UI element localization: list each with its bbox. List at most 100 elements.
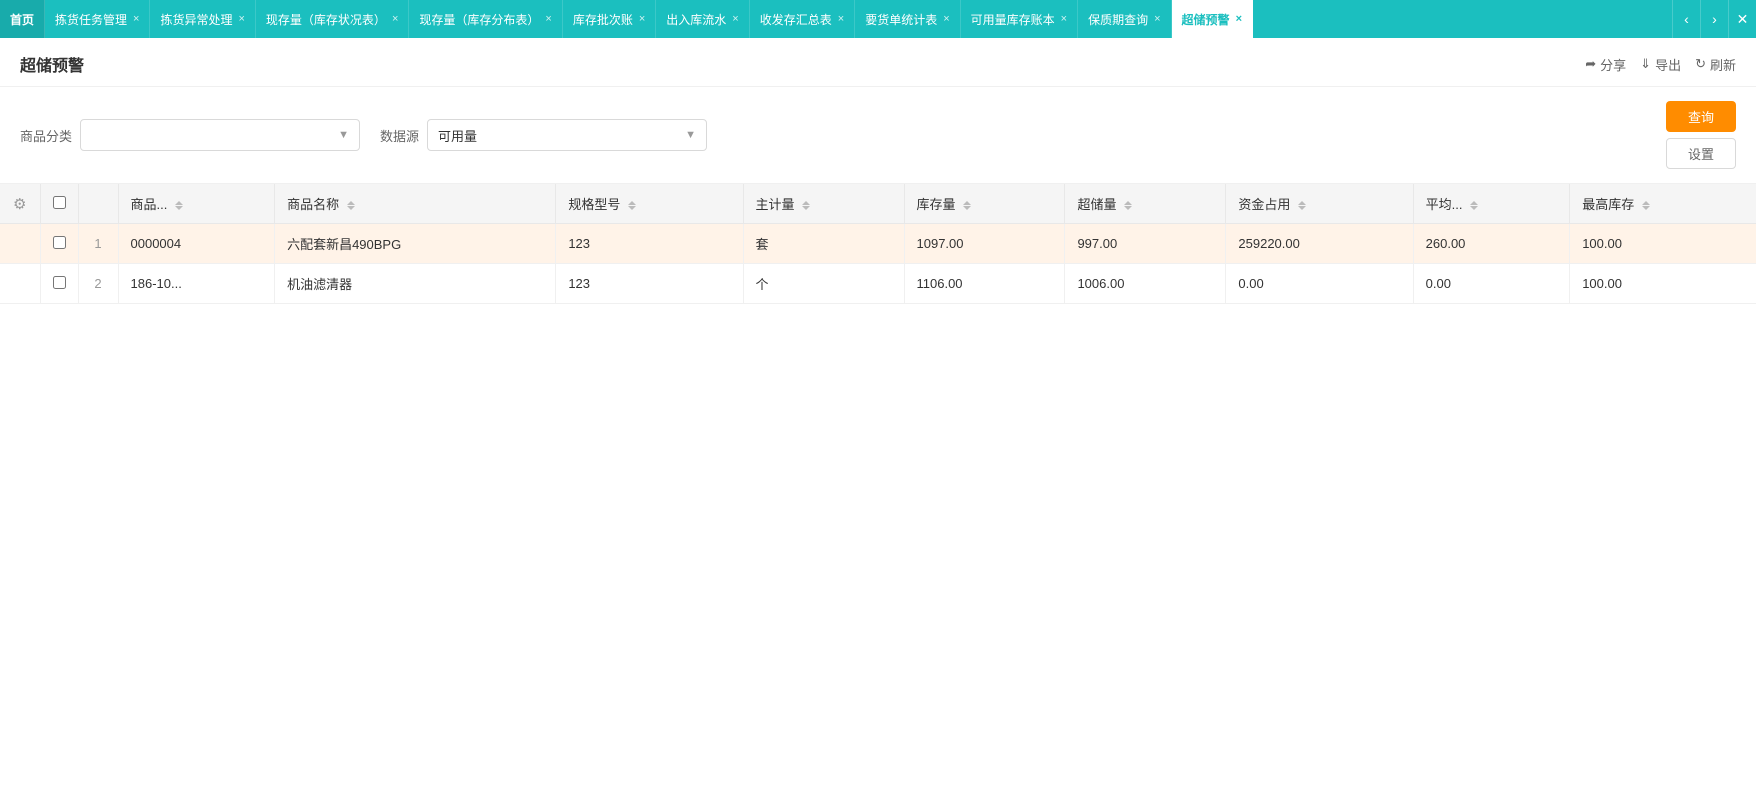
- page-content: 超储预警 ➦ 分享 ⇓ 导出 ↻ 刷新 商品分类 ▼ 数据源: [0, 38, 1756, 800]
- table-container: ⚙ 商品... 商品名称 规格型号: [0, 184, 1756, 304]
- select-all-checkbox[interactable]: [53, 196, 66, 209]
- export-icon: ⇓: [1640, 56, 1651, 72]
- share-label: 分享: [1600, 55, 1626, 74]
- nav-tab-inventory-status-label: 现存量（库存状况表）: [266, 11, 386, 28]
- query-button[interactable]: 查询: [1666, 101, 1736, 132]
- nav-bar: 首页 拣货任务管理 × 拣货异常处理 × 现存量（库存状况表） × 现存量（库存…: [0, 0, 1756, 38]
- table-row: 1 0000004 六配套新昌490BPG 123 套 1097.00 997.…: [0, 224, 1756, 264]
- nav-tab-available-book-close[interactable]: ×: [1061, 13, 1067, 25]
- page-title: 超储预警: [20, 52, 84, 76]
- nav-tab-overstock-label: 超储预警: [1182, 11, 1230, 28]
- row-product-name: 机油滤清器: [275, 264, 556, 304]
- header-actions: ➦ 分享 ⇓ 导出 ↻ 刷新: [1585, 55, 1736, 74]
- nav-tab-summary[interactable]: 收发存汇总表 ×: [750, 0, 855, 38]
- nav-tab-summary-label: 收发存汇总表: [760, 11, 832, 28]
- filter-product-category: 商品分类 ▼: [20, 119, 360, 151]
- col-header-product-code[interactable]: 商品...: [118, 184, 275, 224]
- table-body: 1 0000004 六配套新昌490BPG 123 套 1097.00 997.…: [0, 224, 1756, 304]
- nav-tab-inventory-status[interactable]: 现存量（库存状况表） ×: [256, 0, 409, 38]
- nav-tab-inventory-status-close[interactable]: ×: [392, 13, 398, 25]
- nav-tab-summary-close[interactable]: ×: [838, 13, 844, 25]
- export-label: 导出: [1655, 55, 1681, 74]
- nav-arrows: ‹ › ✕: [1672, 0, 1756, 38]
- row-max-stock: 100.00: [1570, 264, 1756, 304]
- nav-tab-inout-flow-close[interactable]: ×: [732, 13, 738, 25]
- row-overstock: 1006.00: [1065, 264, 1226, 304]
- product-category-select[interactable]: ▼: [80, 119, 360, 151]
- refresh-button[interactable]: ↻ 刷新: [1695, 55, 1736, 74]
- settings-button[interactable]: 设置: [1666, 138, 1736, 169]
- row-inventory: 1097.00: [904, 224, 1065, 264]
- row-gear-cell: [0, 224, 40, 264]
- col-header-inventory[interactable]: 库存量: [904, 184, 1065, 224]
- nav-tab-order-stats-close[interactable]: ×: [943, 13, 949, 25]
- sort-icon-capital: [1298, 201, 1306, 210]
- nav-tab-expiry-close[interactable]: ×: [1154, 13, 1160, 25]
- overstock-table: ⚙ 商品... 商品名称 规格型号: [0, 184, 1756, 304]
- col-header-spec[interactable]: 规格型号: [556, 184, 743, 224]
- refresh-icon: ↻: [1695, 56, 1706, 72]
- row-overstock: 997.00: [1065, 224, 1226, 264]
- row-max-stock: 100.00: [1570, 224, 1756, 264]
- nav-tab-batch-account-close[interactable]: ×: [639, 13, 645, 25]
- product-category-label: 商品分类: [20, 126, 72, 145]
- col-header-capital[interactable]: 资金占用: [1226, 184, 1413, 224]
- nav-arrow-left[interactable]: ‹: [1672, 0, 1700, 38]
- row-gear-cell: [0, 264, 40, 304]
- row-checkbox[interactable]: [53, 276, 66, 289]
- col-header-overstock[interactable]: 超储量: [1065, 184, 1226, 224]
- table-header-row: ⚙ 商品... 商品名称 规格型号: [0, 184, 1756, 224]
- row-num: 1: [78, 224, 118, 264]
- row-checkbox-cell: [40, 224, 78, 264]
- nav-tab-batch-account-label: 库存批次账: [573, 11, 633, 28]
- col-header-max-stock[interactable]: 最高库存: [1570, 184, 1756, 224]
- row-product-code: 0000004: [118, 224, 275, 264]
- nav-tab-overstock[interactable]: 超储预警 ×: [1172, 0, 1253, 38]
- table-row: 2 186-10... 机油滤清器 123 个 1106.00 1006.00 …: [0, 264, 1756, 304]
- nav-tab-task-mgmt-close[interactable]: ×: [133, 13, 139, 25]
- row-spec: 123: [556, 264, 743, 304]
- data-source-chevron-icon: ▼: [685, 129, 696, 141]
- nav-tab-inout-flow[interactable]: 出入库流水 ×: [656, 0, 749, 38]
- nav-tab-order-stats[interactable]: 要货单统计表 ×: [855, 0, 960, 38]
- page-header: 超储预警 ➦ 分享 ⇓ 导出 ↻ 刷新: [0, 38, 1756, 87]
- settings-gear-icon[interactable]: ⚙: [13, 196, 26, 213]
- nav-tab-home-label: 首页: [10, 11, 34, 28]
- sort-icon-product-name: [347, 201, 355, 210]
- nav-arrow-right[interactable]: ›: [1700, 0, 1728, 38]
- col-header-settings: ⚙: [0, 184, 40, 224]
- nav-tab-batch-account[interactable]: 库存批次账 ×: [563, 0, 656, 38]
- nav-tab-inventory-dist-label: 现存量（库存分布表）: [419, 11, 539, 28]
- col-header-unit[interactable]: 主计量: [743, 184, 904, 224]
- nav-tab-inventory-dist-close[interactable]: ×: [545, 13, 551, 25]
- nav-tab-abnormal-close[interactable]: ×: [238, 13, 244, 25]
- nav-tab-inventory-dist[interactable]: 现存量（库存分布表） ×: [409, 0, 562, 38]
- data-source-select[interactable]: 可用量 ▼: [427, 119, 707, 151]
- col-header-checkbox: [40, 184, 78, 224]
- row-capital: 0.00: [1226, 264, 1413, 304]
- sort-icon-unit: [802, 201, 810, 210]
- row-product-name: 六配套新昌490BPG: [275, 224, 556, 264]
- nav-tab-expiry[interactable]: 保质期查询 ×: [1078, 0, 1171, 38]
- product-category-chevron-icon: ▼: [338, 129, 349, 141]
- share-button[interactable]: ➦ 分享: [1585, 55, 1626, 74]
- nav-tab-inout-flow-label: 出入库流水: [666, 11, 726, 28]
- nav-tab-home[interactable]: 首页: [0, 0, 45, 38]
- row-num: 2: [78, 264, 118, 304]
- export-button[interactable]: ⇓ 导出: [1640, 55, 1681, 74]
- nav-tab-available-book-label: 可用量库存账本: [971, 11, 1055, 28]
- col-header-product-name[interactable]: 商品名称: [275, 184, 556, 224]
- sort-icon-spec: [628, 201, 636, 210]
- refresh-label: 刷新: [1710, 55, 1736, 74]
- row-unit: 套: [743, 224, 904, 264]
- nav-tab-available-book[interactable]: 可用量库存账本 ×: [961, 0, 1078, 38]
- nav-tab-task-mgmt[interactable]: 拣货任务管理 ×: [45, 0, 150, 38]
- filter-data-source: 数据源 可用量 ▼: [380, 119, 707, 151]
- nav-tab-abnormal[interactable]: 拣货异常处理 ×: [150, 0, 255, 38]
- row-checkbox[interactable]: [53, 236, 66, 249]
- col-header-avg[interactable]: 平均...: [1413, 184, 1570, 224]
- nav-tab-abnormal-label: 拣货异常处理: [160, 11, 232, 28]
- filter-area: 商品分类 ▼ 数据源 可用量 ▼ 查询 设置: [0, 87, 1756, 184]
- nav-arrow-close[interactable]: ✕: [1728, 0, 1756, 38]
- nav-tab-overstock-close[interactable]: ×: [1236, 13, 1242, 25]
